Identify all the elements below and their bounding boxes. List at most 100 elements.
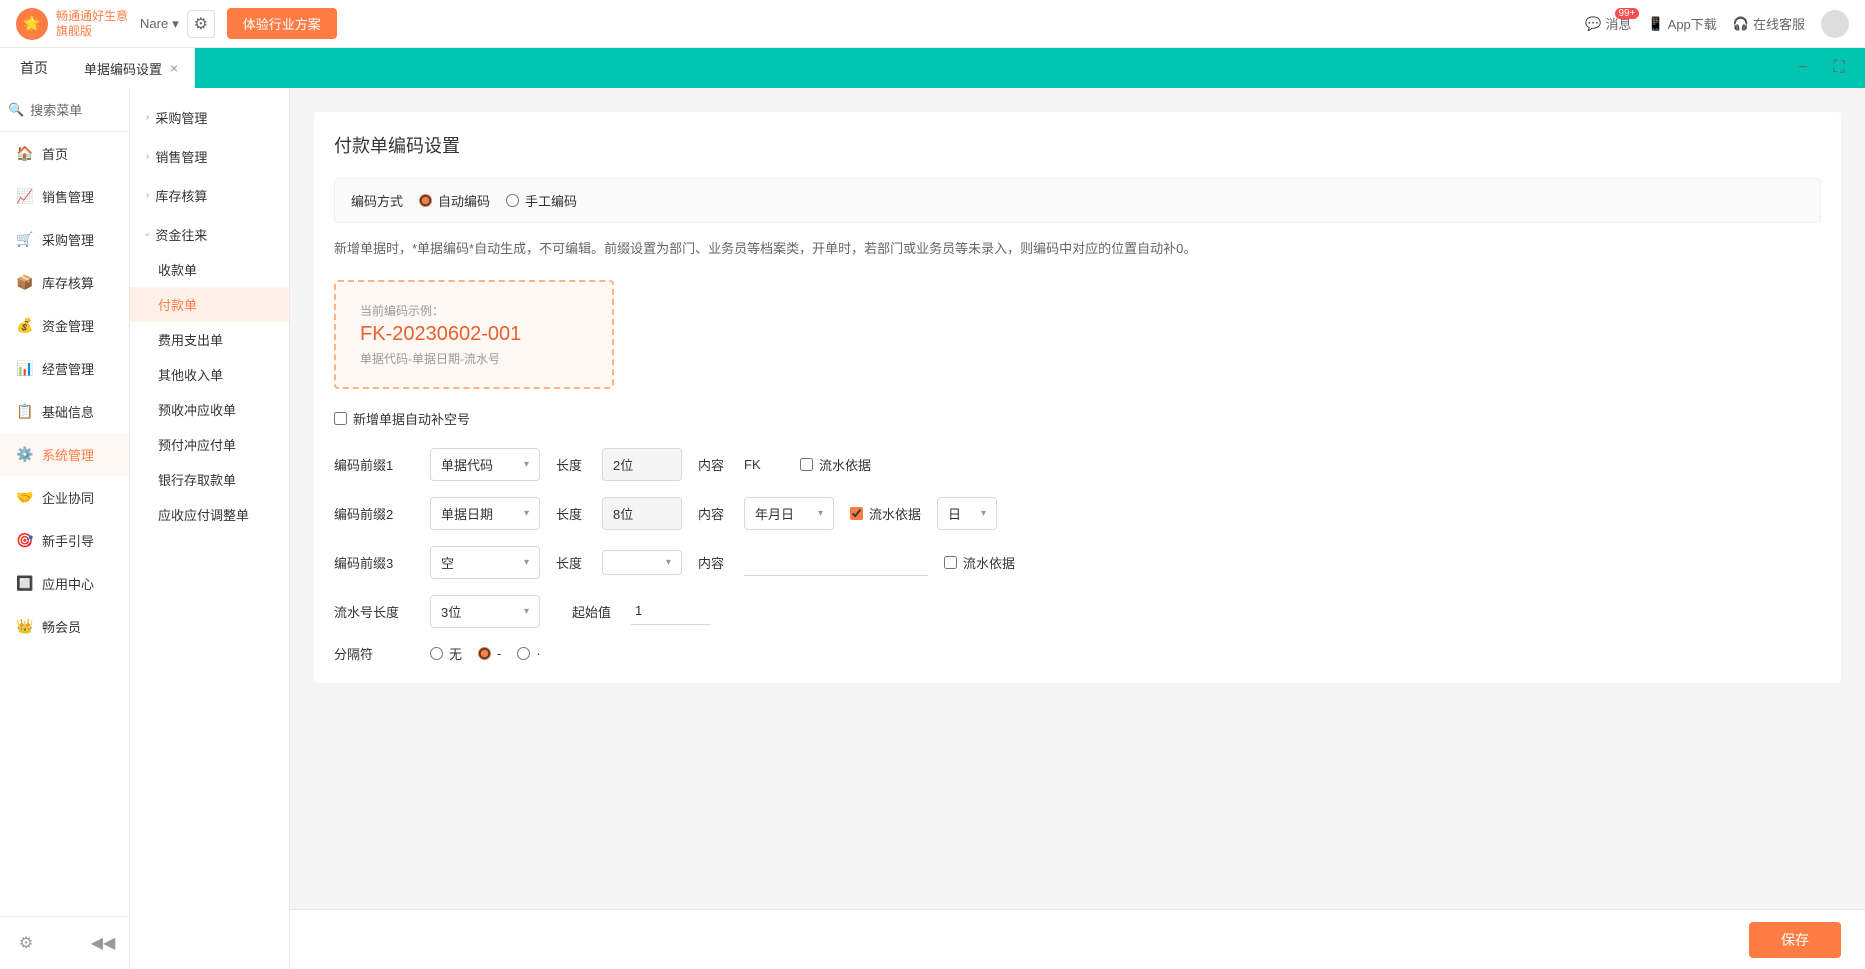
sidebar-item-inventory[interactable]: 📦 库存核算 <box>0 261 129 304</box>
prefix2-select[interactable]: 单据日期 ▾ <box>430 497 540 530</box>
prefix3-stream-checkbox[interactable] <box>944 556 957 569</box>
prefix3-content-label: 内容 <box>698 553 724 572</box>
sidebar-item-system[interactable]: ⚙️ 系统管理 <box>0 433 129 476</box>
serial-start-input[interactable] <box>631 597 711 625</box>
prefix2-content-select[interactable]: 年月日 ▾ <box>744 497 834 530</box>
sidebar-item-purchase[interactable]: 🛒 采购管理 <box>0 218 129 261</box>
sub-sidebar-item-prepay-pay[interactable]: 预付冲应付单 <box>130 427 289 462</box>
search-menu-button[interactable]: 🔍 搜索菜单 <box>0 88 129 132</box>
chevron-inventory-icon: › <box>146 190 149 201</box>
separator-none-option[interactable]: 无 <box>430 644 462 663</box>
prefix1-stream-label: 流水依据 <box>819 455 871 474</box>
separator-middle-dot-radio[interactable] <box>517 647 530 660</box>
chevron-capital-icon: › <box>142 233 153 236</box>
sub-sidebar-purchase-title[interactable]: › 采购管理 <box>130 100 289 135</box>
inventory-icon: 📦 <box>16 274 34 292</box>
purchase-icon: 🛒 <box>16 231 34 249</box>
sales-icon: 📈 <box>16 188 34 206</box>
avatar[interactable] <box>1821 10 1849 38</box>
sub-sidebar-item-adjust[interactable]: 应收应付调整单 <box>130 497 289 532</box>
sidebar-item-guide[interactable]: 🎯 新手引导 <box>0 519 129 562</box>
sub-sidebar-item-other-income[interactable]: 其他收入单 <box>130 357 289 392</box>
save-button[interactable]: 保存 <box>1749 922 1841 958</box>
sub-sidebar-group-inventory: › 库存核算 <box>130 178 289 213</box>
sub-sidebar-purchase-label: 采购管理 <box>155 108 207 127</box>
sub-sidebar-capital-label: 资金往来 <box>155 225 207 244</box>
settings-footer-button[interactable]: ⚙ <box>12 929 40 957</box>
prefix1-value: 单据代码 <box>441 455 493 474</box>
separator-dot-label: - <box>497 646 501 661</box>
sub-sidebar-item-receipt[interactable]: 收款单 <box>130 252 289 287</box>
sub-sidebar-inventory-title[interactable]: › 库存核算 <box>130 178 289 213</box>
tab-close-icon[interactable]: × <box>170 60 178 76</box>
chevron-purchase-icon: › <box>146 112 149 123</box>
manual-encoding-radio[interactable]: 手工编码 <box>506 191 577 210</box>
sub-sidebar-item-prepay-recv[interactable]: 预收冲应收单 <box>130 392 289 427</box>
prefix1-row: 编码前缀1 单据代码 ▾ 长度 2位 内容 FK 流水依 <box>334 448 1821 481</box>
sub-sidebar-item-expense[interactable]: 费用支出单 <box>130 322 289 357</box>
trial-button[interactable]: 体验行业方案 <box>227 8 337 39</box>
tab-current[interactable]: 单据编码设置 × <box>68 48 195 88</box>
settings-button[interactable]: ⚙ <box>187 10 215 38</box>
collapse-sidebar-button[interactable]: ◀◀ <box>89 929 117 957</box>
sub-sidebar-inventory-label: 库存核算 <box>155 186 207 205</box>
prefix3-select[interactable]: 空 ▾ <box>430 546 540 579</box>
manual-encoding-label: 手工编码 <box>525 191 577 210</box>
auto-encoding-radio[interactable]: 自动编码 <box>419 191 490 210</box>
serial-length-select[interactable]: 3位 ▾ <box>430 595 540 628</box>
online-service-label: 在线客服 <box>1753 14 1805 33</box>
encoding-method-label: 编码方式 <box>351 191 403 210</box>
separator-dot-radio[interactable] <box>478 647 491 660</box>
message-button[interactable]: 💬 消息 99+ <box>1585 14 1631 33</box>
sidebar-item-inventory-label: 库存核算 <box>42 273 94 292</box>
sidebar-item-sales[interactable]: 📈 销售管理 <box>0 175 129 218</box>
sidebar-item-home[interactable]: 🏠 首页 <box>0 132 129 175</box>
separator-dot-option[interactable]: - <box>478 646 501 661</box>
prefix2-length-label: 长度 <box>556 504 582 523</box>
sidebar-item-operations-label: 经营管理 <box>42 359 94 378</box>
prefix2-period-select[interactable]: 日 ▾ <box>937 497 997 530</box>
content-card: 付款单编码设置 编码方式 自动编码 手工编码 <box>314 112 1841 683</box>
app-download-button[interactable]: 📱 App下载 <box>1647 14 1716 33</box>
separator-none-label: 无 <box>449 644 462 663</box>
sidebar-item-apps[interactable]: 🔲 应用中心 <box>0 562 129 605</box>
prefix2-stream-label: 流水依据 <box>869 504 921 523</box>
sidebar-item-basics-label: 基础信息 <box>42 402 94 421</box>
system-icon: ⚙️ <box>16 446 34 464</box>
manual-encoding-input[interactable] <box>506 194 519 207</box>
tab-minimize-button[interactable]: − <box>1789 54 1817 82</box>
prefix3-stream-label: 流水依据 <box>963 553 1015 572</box>
sub-sidebar-item-bank[interactable]: 银行存取款单 <box>130 462 289 497</box>
separator-middle-dot-option[interactable]: · <box>517 646 540 661</box>
online-service-button[interactable]: 🎧 在线客服 <box>1733 14 1805 33</box>
sidebar-footer: ⚙ ◀◀ <box>0 916 129 969</box>
auto-fill-checkbox[interactable] <box>334 412 347 425</box>
tab-maximize-button[interactable]: ⛶ <box>1825 54 1853 82</box>
sub-sidebar-sales-title[interactable]: › 销售管理 <box>130 139 289 174</box>
tab-home[interactable]: 首页 <box>0 48 68 88</box>
sidebar-item-basics[interactable]: 📋 基础信息 <box>0 390 129 433</box>
serial-length-arrow-icon: ▾ <box>524 606 529 617</box>
prefix3-length-label: 长度 <box>556 553 582 572</box>
auto-encoding-input[interactable] <box>419 194 432 207</box>
sidebar-item-finance[interactable]: 💰 资金管理 <box>0 304 129 347</box>
prefix2-stream-checkbox[interactable] <box>850 507 863 520</box>
nav-dropdown[interactable]: Nare ▾ <box>140 16 179 32</box>
logo-text: 畅通通好生意 旗舰版 <box>56 9 128 38</box>
sidebar-item-sales-label: 销售管理 <box>42 187 94 206</box>
prefix1-select[interactable]: 单据代码 ▾ <box>430 448 540 481</box>
sidebar-item-enterprise[interactable]: 🤝 企业协同 <box>0 476 129 519</box>
prefix2-label: 编码前缀2 <box>334 504 414 523</box>
sidebar-item-operations[interactable]: 📊 经营管理 <box>0 347 129 390</box>
service-icon: 🎧 <box>1733 16 1749 32</box>
prefix3-content-input[interactable] <box>744 548 928 576</box>
prefix2-length-value: 8位 <box>613 507 633 522</box>
sub-sidebar-capital-title[interactable]: › 资金往来 <box>130 217 289 252</box>
prefix3-length-select[interactable]: ▾ <box>602 550 682 575</box>
prefix1-stream-checkbox[interactable] <box>800 458 813 471</box>
prefix1-stream-row: 流水依据 <box>800 455 871 474</box>
separator-none-radio[interactable] <box>430 647 443 660</box>
sidebar-item-member[interactable]: 👑 畅会员 <box>0 605 129 648</box>
sub-sidebar-item-payment[interactable]: 付款单 <box>130 287 289 322</box>
app-icon: 📱 <box>1647 16 1663 32</box>
